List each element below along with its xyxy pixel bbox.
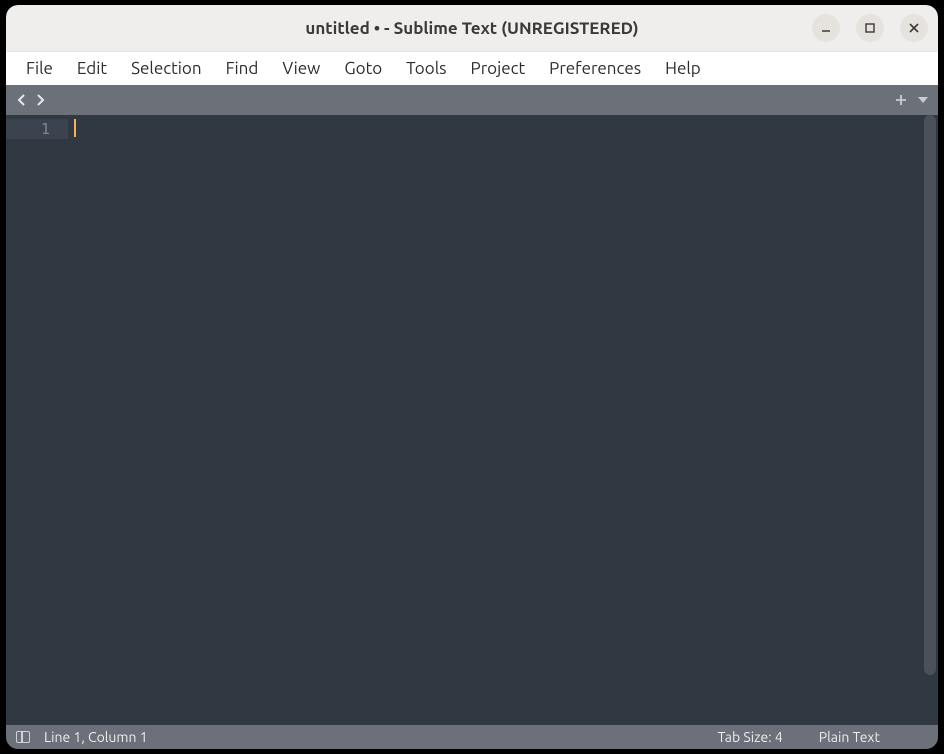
menu-view[interactable]: View bbox=[270, 53, 332, 84]
menu-selection[interactable]: Selection bbox=[119, 53, 214, 84]
window-title: untitled • - Sublime Text (UNREGISTERED) bbox=[305, 19, 638, 38]
status-position[interactable]: Line 1, Column 1 bbox=[44, 729, 148, 745]
plus-icon bbox=[894, 93, 908, 107]
tab-prev-button[interactable] bbox=[14, 91, 30, 109]
tabbar bbox=[6, 85, 938, 115]
vertical-scrollbar[interactable] bbox=[924, 115, 936, 675]
tab-nav bbox=[14, 91, 48, 109]
status-left: Line 1, Column 1 bbox=[16, 729, 148, 745]
menu-find[interactable]: Find bbox=[214, 53, 271, 84]
chevron-left-icon bbox=[16, 93, 28, 107]
menu-tools[interactable]: Tools bbox=[394, 53, 458, 84]
gutter: 1 bbox=[6, 115, 68, 725]
close-icon bbox=[907, 21, 921, 35]
maximize-icon bbox=[863, 21, 877, 35]
window-controls bbox=[812, 5, 928, 51]
menu-edit[interactable]: Edit bbox=[65, 53, 119, 84]
tab-menu-button[interactable] bbox=[916, 93, 930, 107]
minimize-button[interactable] bbox=[812, 14, 840, 42]
statusbar: Line 1, Column 1 Tab Size: 4 Plain Text bbox=[6, 725, 938, 749]
maximize-button[interactable] bbox=[856, 14, 884, 42]
chevron-right-icon bbox=[34, 93, 46, 107]
menu-preferences[interactable]: Preferences bbox=[537, 53, 653, 84]
panel-switcher-icon[interactable] bbox=[16, 731, 30, 743]
menubar: File Edit Selection Find View Goto Tools… bbox=[6, 51, 938, 85]
code-area[interactable] bbox=[68, 115, 938, 725]
status-right: Tab Size: 4 Plain Text bbox=[718, 729, 928, 745]
menu-project[interactable]: Project bbox=[459, 53, 538, 84]
tab-actions bbox=[894, 93, 930, 107]
chevron-down-icon bbox=[916, 93, 930, 107]
close-button[interactable] bbox=[900, 14, 928, 42]
line-number: 1 bbox=[6, 119, 68, 139]
tab-next-button[interactable] bbox=[32, 91, 48, 109]
menu-goto[interactable]: Goto bbox=[332, 53, 394, 84]
menu-help[interactable]: Help bbox=[653, 53, 713, 84]
status-tab-size[interactable]: Tab Size: 4 bbox=[718, 729, 783, 745]
titlebar: untitled • - Sublime Text (UNREGISTERED) bbox=[6, 5, 938, 51]
new-tab-button[interactable] bbox=[894, 93, 908, 107]
menu-file[interactable]: File bbox=[14, 53, 65, 84]
editor[interactable]: 1 bbox=[6, 115, 938, 725]
app-window: untitled • - Sublime Text (UNREGISTERED)… bbox=[6, 5, 938, 749]
minimize-icon bbox=[819, 21, 833, 35]
status-syntax[interactable]: Plain Text bbox=[819, 729, 880, 745]
text-cursor bbox=[74, 119, 76, 137]
